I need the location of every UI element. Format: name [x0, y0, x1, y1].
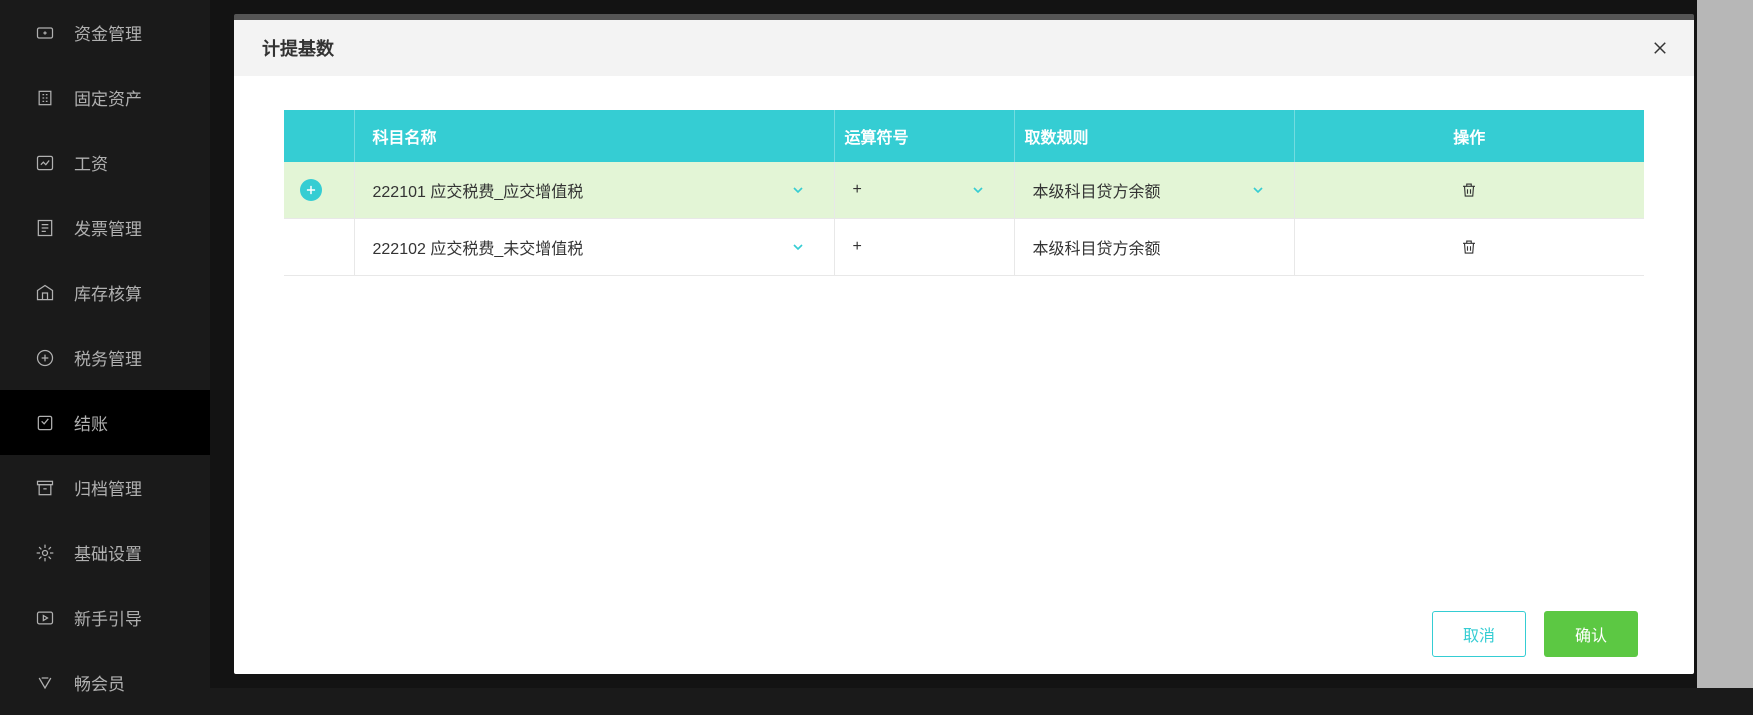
- guide-icon: [34, 607, 56, 629]
- close-button[interactable]: [1648, 36, 1672, 60]
- vip-icon: [34, 672, 56, 694]
- header-rule: 取数规则: [1014, 110, 1294, 162]
- table-row: 222101 应交税费_应交增值税 +: [284, 162, 1644, 219]
- modal-body: 科目名称 运算符号 取数规则 操作 222101 应交税费_应交增值税: [234, 76, 1694, 594]
- plus-icon: [304, 183, 318, 197]
- rule-value: 本级科目贷方余额: [1025, 178, 1161, 202]
- close-account-icon: [34, 412, 56, 434]
- sidebar-item-label: 税务管理: [74, 345, 142, 370]
- modal-header: 计提基数: [234, 20, 1694, 76]
- header-operator: 运算符号: [834, 110, 1014, 162]
- chevron-down-icon: [970, 182, 986, 198]
- settings-icon: [34, 542, 56, 564]
- sidebar-item-invoice[interactable]: 发票管理: [0, 195, 210, 260]
- sidebar-item-label: 畅会员: [74, 670, 125, 695]
- sidebar-item-label: 发票管理: [74, 215, 142, 240]
- rule-value: 本级科目贷方余额: [1025, 235, 1161, 259]
- sidebar-item-label: 库存核算: [74, 280, 142, 305]
- sidebar-item-archive[interactable]: 归档管理: [0, 455, 210, 520]
- sidebar-item-label: 基础设置: [74, 540, 142, 565]
- delete-button[interactable]: [1305, 237, 1635, 257]
- table-row: 222102 应交税费_未交增值税 + 本级科目贷方余额: [284, 219, 1644, 276]
- sidebar-item-funds[interactable]: 资金管理: [0, 0, 210, 65]
- trash-icon: [1460, 180, 1478, 200]
- subject-select[interactable]: 222102 应交税费_未交增值税: [365, 235, 824, 259]
- close-icon: [1651, 39, 1669, 57]
- header-action: 操作: [1294, 110, 1644, 162]
- sidebar-item-settings[interactable]: 基础设置: [0, 520, 210, 585]
- sidebar-item-salary[interactable]: 工资: [0, 130, 210, 195]
- delete-button[interactable]: [1305, 180, 1635, 200]
- invoice-icon: [34, 217, 56, 239]
- sidebar-item-guide[interactable]: 新手引导: [0, 585, 210, 650]
- inventory-icon: [34, 282, 56, 304]
- modal-footer: 取消 确认: [234, 594, 1694, 674]
- sidebar-item-label: 新手引导: [74, 605, 142, 630]
- chart-icon: [34, 152, 56, 174]
- building-icon: [34, 87, 56, 109]
- sidebar-item-label: 固定资产: [74, 85, 142, 110]
- sidebar-item-tax[interactable]: 税务管理: [0, 325, 210, 390]
- subject-value: 222102 应交税费_未交增值税: [365, 235, 584, 259]
- modal-title: 计提基数: [262, 35, 334, 61]
- subject-select[interactable]: 222101 应交税费_应交增值税: [365, 178, 824, 202]
- chevron-down-icon: [790, 239, 806, 255]
- confirm-button[interactable]: 确认: [1544, 611, 1638, 657]
- operator-select[interactable]: +: [845, 238, 1004, 256]
- operator-select[interactable]: +: [845, 181, 1004, 199]
- sidebar-item-label: 归档管理: [74, 475, 142, 500]
- sidebar-item-label: 资金管理: [74, 20, 142, 45]
- add-row-button[interactable]: [300, 179, 322, 201]
- rule-select[interactable]: 本级科目贷方余额: [1025, 235, 1284, 259]
- archive-icon: [34, 477, 56, 499]
- trash-icon: [1460, 237, 1478, 257]
- sidebar-item-closing[interactable]: 结账: [0, 390, 210, 455]
- data-table: 科目名称 运算符号 取数规则 操作 222101 应交税费_应交增值税: [284, 110, 1644, 276]
- money-icon: [34, 22, 56, 44]
- chevron-down-icon: [1250, 182, 1266, 198]
- sidebar-item-vip[interactable]: 畅会员: [0, 650, 210, 715]
- sidebar-item-label: 工资: [74, 150, 108, 175]
- rule-select[interactable]: 本级科目贷方余额: [1025, 178, 1284, 202]
- operator-value: +: [845, 181, 862, 199]
- header-add: [284, 110, 354, 162]
- cancel-button[interactable]: 取消: [1432, 611, 1526, 657]
- operator-value: +: [845, 238, 862, 256]
- sidebar: 资金管理 固定资产 工资 发票管理 库存核算 税务管理 结账: [0, 0, 210, 688]
- modal-dialog: 计提基数 科目名称 运算符号 取数规则 操作: [234, 14, 1694, 674]
- tax-icon: [34, 347, 56, 369]
- sidebar-item-assets[interactable]: 固定资产: [0, 65, 210, 130]
- chevron-down-icon: [790, 182, 806, 198]
- sidebar-item-label: 结账: [74, 410, 108, 435]
- subject-value: 222101 应交税费_应交增值税: [365, 178, 584, 202]
- header-subject: 科目名称: [354, 110, 834, 162]
- sidebar-item-inventory[interactable]: 库存核算: [0, 260, 210, 325]
